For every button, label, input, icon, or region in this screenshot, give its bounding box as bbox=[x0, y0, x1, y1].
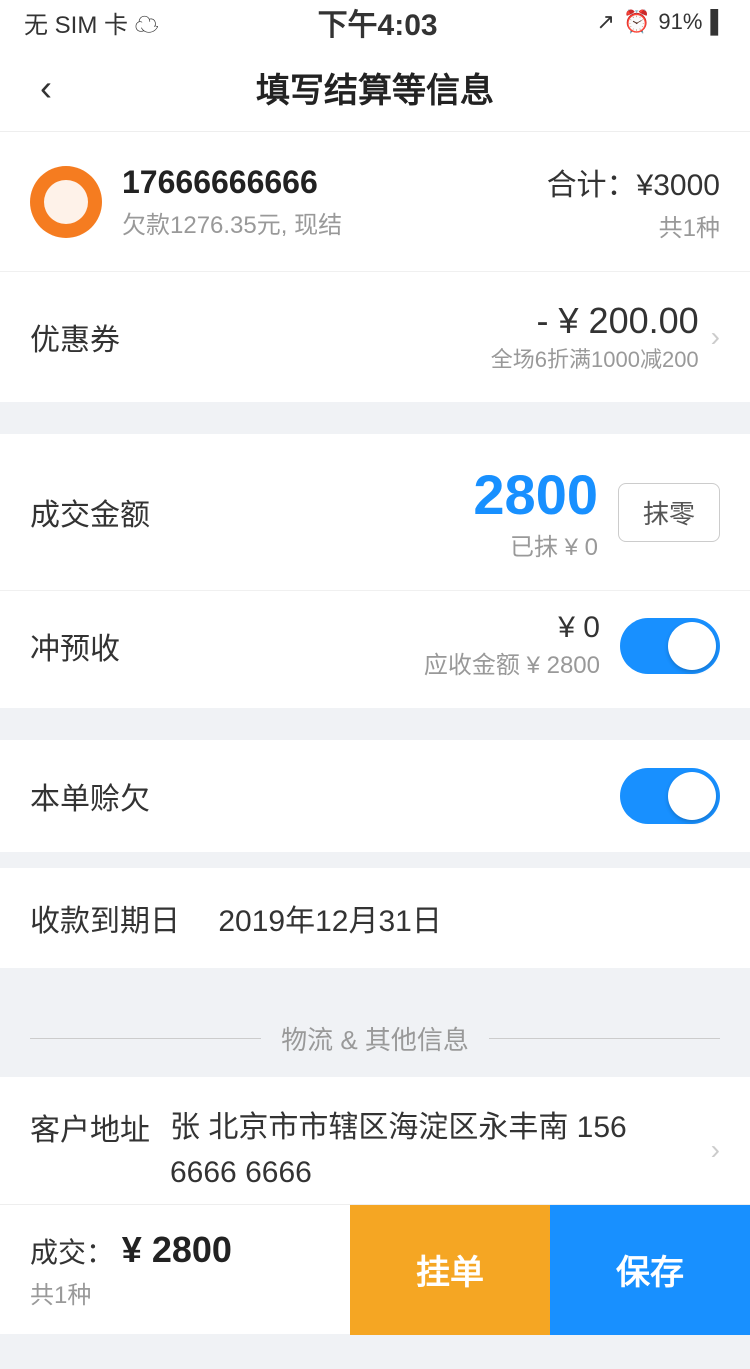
total-amount: 合计：¥3000 bbox=[547, 160, 720, 204]
prepay-right: ¥ 0 应收金额 ¥ 2800 bbox=[424, 611, 720, 680]
bottom-deal-amount: ¥ 2800 bbox=[122, 1229, 232, 1270]
back-button[interactable]: ‹ bbox=[30, 57, 62, 119]
hang-button[interactable]: 挂单 bbox=[350, 1205, 550, 1335]
coupon-right: - ¥ 200.00 全场6折满1000减200 › bbox=[491, 300, 720, 374]
customer-info: 17666666666 欠款1276.35元, 现结 bbox=[122, 164, 342, 240]
due-date-value: 2019年12月31日 bbox=[218, 905, 441, 938]
amount-value: 2800 bbox=[473, 462, 598, 527]
page-title: 填写结算等信息 bbox=[256, 63, 494, 112]
avatar-icon bbox=[44, 180, 88, 224]
save-button[interactable]: 保存 bbox=[550, 1205, 750, 1335]
amount-sub: 已抹 ¥ 0 bbox=[473, 527, 598, 562]
divider-2 bbox=[0, 724, 750, 740]
amount-section: 成交金额 2800 已抹 ¥ 0 抹零 冲预收 ¥ 0 应收金额 ¥ 2800 bbox=[0, 434, 750, 708]
due-date-label: 收款到期日 bbox=[30, 905, 180, 938]
round-button[interactable]: 抹零 bbox=[618, 483, 720, 542]
customer-row: 17666666666 欠款1276.35元, 现结 合计：¥3000 共1种 bbox=[0, 132, 750, 271]
nav-bar: ‹ 填写结算等信息 bbox=[0, 44, 750, 132]
customer-card: 17666666666 欠款1276.35元, 现结 合计：¥3000 共1种 … bbox=[0, 132, 750, 402]
customer-total: 合计：¥3000 共1种 bbox=[547, 160, 720, 243]
amount-row: 成交金额 2800 已抹 ¥ 0 抹零 bbox=[0, 434, 750, 590]
address-content: 张 北京市市辖区海淀区永丰南 156 6666 6666 bbox=[170, 1105, 691, 1195]
address-chevron-icon: › bbox=[711, 1134, 720, 1166]
bottom-count: 共1种 bbox=[30, 1275, 320, 1310]
battery-icon: ▌ bbox=[710, 9, 726, 35]
content: 17666666666 欠款1276.35元, 现结 合计：¥3000 共1种 … bbox=[0, 132, 750, 1369]
logistics-line-right bbox=[489, 1038, 720, 1039]
location-icon: ↗ bbox=[597, 9, 615, 35]
bottom-info: 成交： ¥ 2800 共1种 bbox=[0, 1229, 350, 1310]
prepay-toggle[interactable] bbox=[620, 618, 720, 674]
status-left: 无 SIM 卡 ☁ bbox=[24, 5, 159, 40]
chevron-right-icon: › bbox=[711, 321, 720, 353]
customer-debt: 欠款1276.35元, 现结 bbox=[122, 205, 342, 240]
logistics-header: 物流 & 其他信息 bbox=[0, 1000, 750, 1077]
customer-phone: 17666666666 bbox=[122, 164, 342, 201]
divider-1 bbox=[0, 418, 750, 434]
coupon-desc: 全场6折满1000减200 bbox=[491, 342, 699, 374]
due-date-section: 收款到期日 2019年12月31日 bbox=[0, 868, 750, 968]
bottom-deal-label: 成交： bbox=[30, 1237, 114, 1268]
coupon-value: - ¥ 200.00 bbox=[491, 300, 699, 342]
debt-toggle[interactable] bbox=[620, 768, 720, 824]
prepay-amount: ¥ 0 bbox=[424, 611, 600, 645]
alarm-icon: ⏰ bbox=[623, 9, 650, 35]
prepay-label: 冲预收 bbox=[30, 624, 120, 668]
customer-left: 17666666666 欠款1276.35元, 现结 bbox=[30, 164, 342, 240]
logistics-line-left bbox=[30, 1038, 261, 1039]
prepay-values: ¥ 0 应收金额 ¥ 2800 bbox=[424, 611, 600, 680]
total-count: 共1种 bbox=[547, 208, 720, 243]
address-row[interactable]: 客户地址 张 北京市市辖区海淀区永丰南 156 6666 6666 › bbox=[0, 1077, 750, 1223]
signal-text: 无 SIM 卡 ☁ bbox=[24, 5, 159, 40]
bottom-bar: 成交： ¥ 2800 共1种 挂单 保存 bbox=[0, 1204, 750, 1334]
coupon-row[interactable]: 优惠券 - ¥ 200.00 全场6折满1000减200 › bbox=[0, 271, 750, 402]
debt-label: 本单赊欠 bbox=[30, 774, 150, 818]
divider-3 bbox=[0, 984, 750, 1000]
address-section: 客户地址 张 北京市市辖区海淀区永丰南 156 6666 6666 › bbox=[0, 1077, 750, 1223]
debt-section: 本单赊欠 bbox=[0, 740, 750, 852]
address-label: 客户地址 bbox=[30, 1105, 150, 1149]
avatar bbox=[30, 166, 102, 238]
status-time: 下午4:03 bbox=[318, 0, 438, 44]
amount-right: 2800 已抹 ¥ 0 抹零 bbox=[473, 462, 720, 562]
logistics-text: 物流 & 其他信息 bbox=[281, 1020, 469, 1057]
bottom-deal: 成交： ¥ 2800 bbox=[30, 1229, 320, 1271]
coupon-label: 优惠券 bbox=[30, 315, 120, 359]
battery-text: 91% bbox=[658, 9, 702, 35]
status-right: ↗ ⏰ 91% ▌ bbox=[597, 9, 726, 35]
amount-label: 成交金额 bbox=[30, 490, 150, 534]
status-bar: 无 SIM 卡 ☁ 下午4:03 ↗ ⏰ 91% ▌ bbox=[0, 0, 750, 44]
prepay-receivable: 应收金额 ¥ 2800 bbox=[424, 645, 600, 680]
prepay-row: 冲预收 ¥ 0 应收金额 ¥ 2800 bbox=[0, 590, 750, 708]
